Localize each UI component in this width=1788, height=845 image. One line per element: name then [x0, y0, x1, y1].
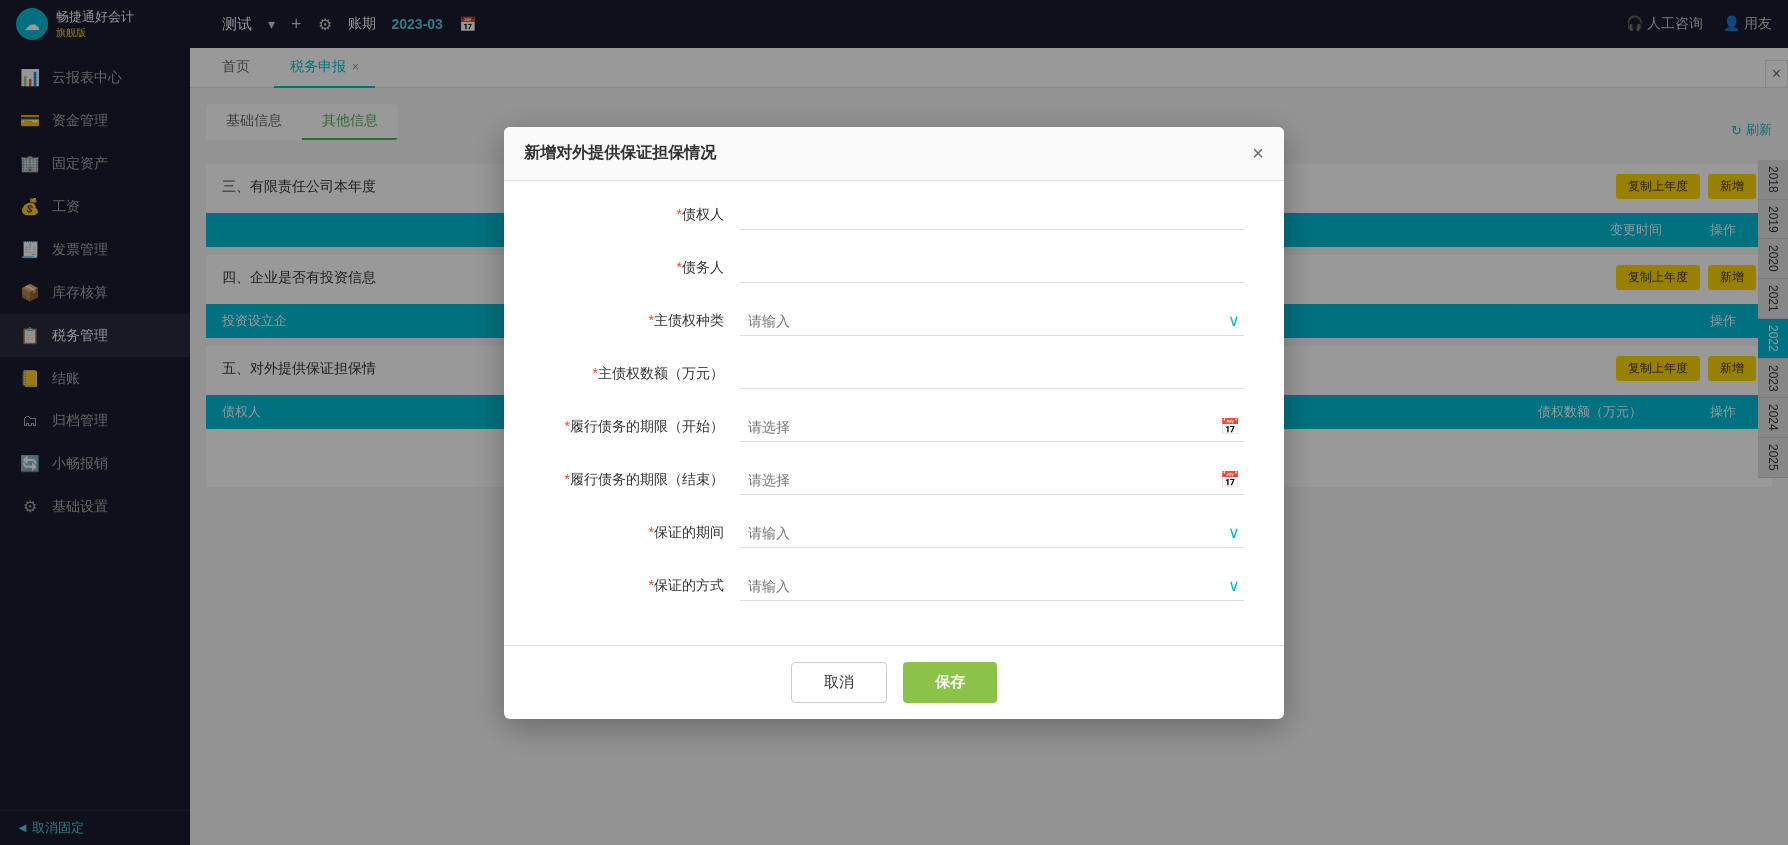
dialog-title: 新增对外提供保证担保情况 [524, 143, 716, 164]
period-end-input[interactable] [740, 466, 1220, 494]
dialog: 新增对外提供保证担保情况 × *债权人 *债务人 *主债权种类 [504, 127, 1284, 719]
claim-type-arrow[interactable]: ∨ [1228, 311, 1244, 330]
guarantee-method-input[interactable] [740, 572, 1228, 600]
form-row-claim-amount: *主债权数额（万元） [544, 360, 1244, 389]
label-guarantee-method: *保证的方式 [544, 577, 724, 595]
form-row-debtor: *债务人 [544, 254, 1244, 283]
guarantee-method-arrow[interactable]: ∨ [1228, 576, 1244, 595]
dialog-body: *债权人 *债务人 *主债权种类 ∨ [504, 181, 1284, 645]
label-period-start: *履行债务的期限（开始） [544, 418, 724, 436]
modal-overlay: 新增对外提供保证担保情况 × *债权人 *债务人 *主债权种类 [0, 0, 1788, 845]
label-claim-amount: *主债权数额（万元） [544, 365, 724, 383]
date-period-end[interactable]: 📅 [740, 466, 1244, 495]
save-button[interactable]: 保存 [903, 662, 997, 703]
dialog-header: 新增对外提供保证担保情况 × [504, 127, 1284, 181]
label-claim-type: *主债权种类 [544, 312, 724, 330]
cancel-button[interactable]: 取消 [791, 662, 887, 703]
form-row-obligee: *债权人 [544, 201, 1244, 230]
label-guarantee-period: *保证的期间 [544, 524, 724, 542]
select-claim-type[interactable]: ∨ [740, 307, 1244, 336]
form-row-period-start: *履行债务的期限（开始） 📅 [544, 413, 1244, 442]
claim-type-input[interactable] [740, 307, 1228, 335]
select-guarantee-period[interactable]: ∨ [740, 519, 1244, 548]
label-period-end: *履行债务的期限（结束） [544, 471, 724, 489]
calendar-start-icon[interactable]: 📅 [1220, 417, 1244, 436]
select-guarantee-method[interactable]: ∨ [740, 572, 1244, 601]
guarantee-period-input[interactable] [740, 519, 1228, 547]
form-row-period-end: *履行债务的期限（结束） 📅 [544, 466, 1244, 495]
form-row-guarantee-period: *保证的期间 ∨ [544, 519, 1244, 548]
date-period-start[interactable]: 📅 [740, 413, 1244, 442]
guarantee-period-arrow[interactable]: ∨ [1228, 523, 1244, 542]
period-start-input[interactable] [740, 413, 1220, 441]
calendar-end-icon[interactable]: 📅 [1220, 470, 1244, 489]
dialog-close-button[interactable]: × [1252, 143, 1264, 163]
input-obligee[interactable] [740, 201, 1244, 230]
form-row-claim-type: *主债权种类 ∨ [544, 307, 1244, 336]
input-claim-amount[interactable] [740, 360, 1244, 389]
input-debtor[interactable] [740, 254, 1244, 283]
dialog-footer: 取消 保存 [504, 645, 1284, 719]
label-obligee: *债权人 [544, 206, 724, 224]
label-debtor: *债务人 [544, 259, 724, 277]
form-row-guarantee-method: *保证的方式 ∨ [544, 572, 1244, 601]
